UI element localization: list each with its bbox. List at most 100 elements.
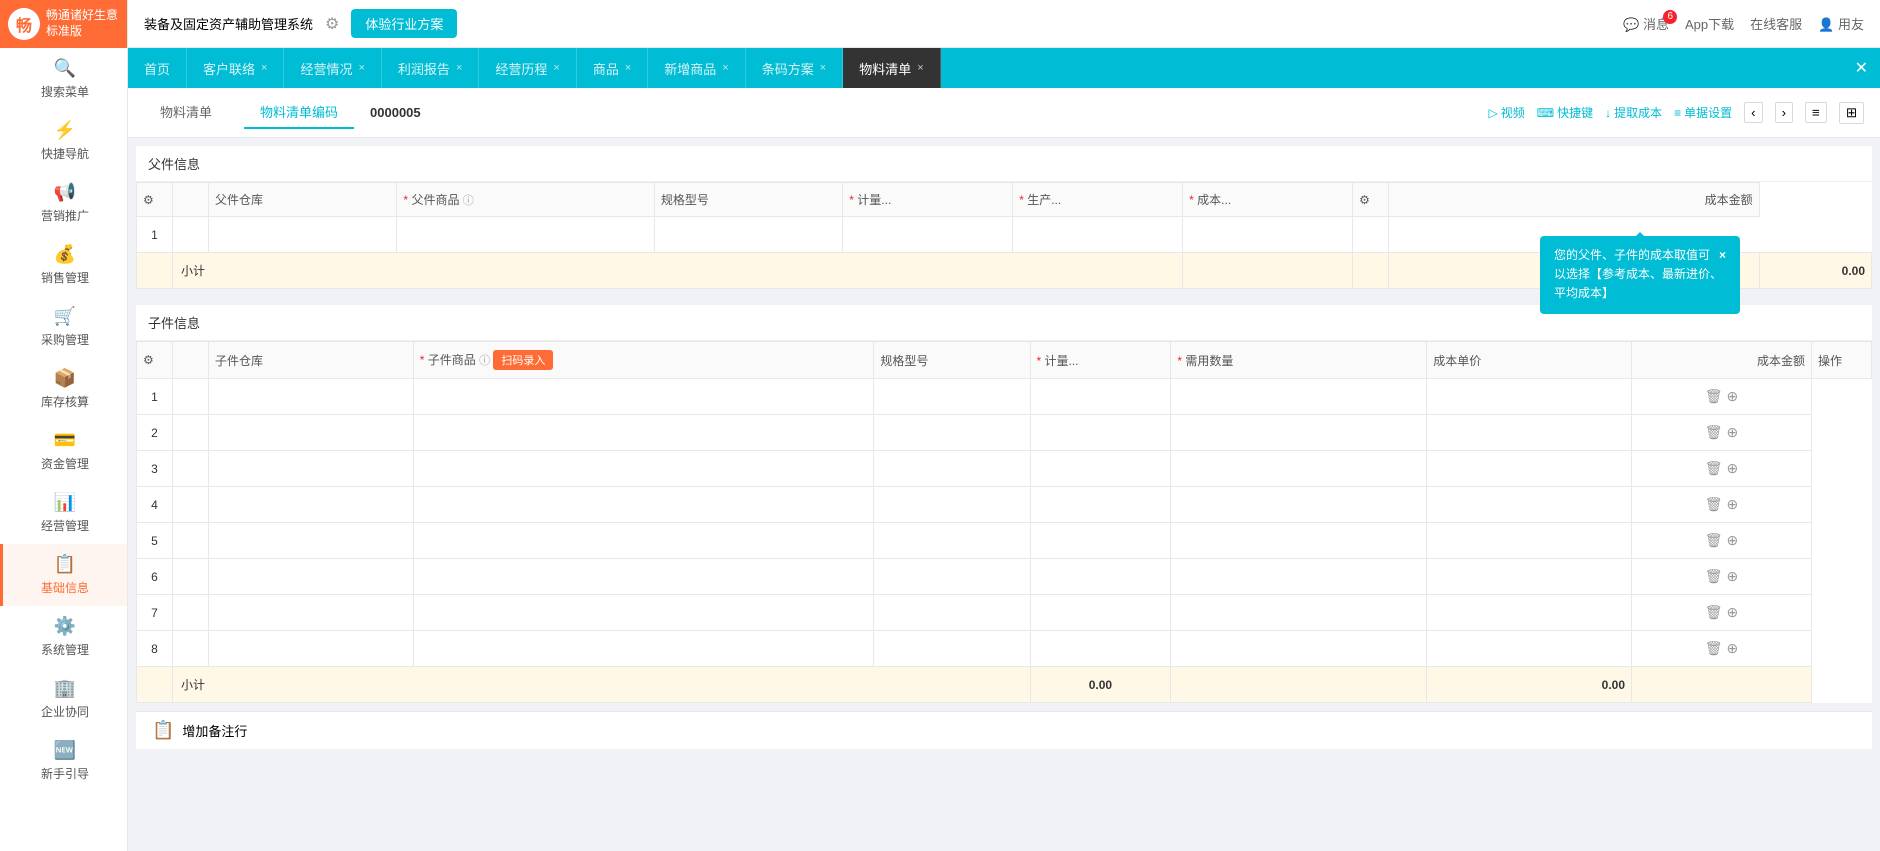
tab-close-operations[interactable]: ×: [358, 62, 364, 74]
parent-cell-production-1[interactable]: [843, 217, 1013, 253]
nav-tab-history[interactable]: 经营历程×: [479, 48, 576, 88]
child-cell-warehouse-1[interactable]: [173, 379, 209, 415]
nav-tab-new_goods[interactable]: 新增商品×: [648, 48, 745, 88]
nav-tab-barcode[interactable]: 条码方案×: [746, 48, 843, 88]
user-avatar[interactable]: 👤 用友: [1818, 14, 1864, 33]
online-service[interactable]: 在线客服: [1750, 14, 1802, 33]
nav-tab-operations[interactable]: 经营情况×: [284, 48, 381, 88]
child-cell-spec-8[interactable]: [413, 631, 874, 667]
child-cell-product-2[interactable]: [209, 415, 414, 451]
sidebar-item-quicknav[interactable]: ⚡ 快捷导航: [0, 110, 127, 172]
delete-icon-6[interactable]: 🗑: [1705, 568, 1723, 585]
tab-close-profit[interactable]: ×: [456, 62, 462, 74]
delete-icon-2[interactable]: 🗑: [1705, 424, 1723, 441]
nav-next[interactable]: ›: [1775, 102, 1793, 123]
nav-tab-customer[interactable]: 客户联络×: [187, 48, 284, 88]
child-cell-product-8[interactable]: [209, 631, 414, 667]
shortcut-action[interactable]: ⌨ 快捷键: [1537, 104, 1593, 121]
nav-menu[interactable]: ≡: [1805, 102, 1827, 123]
child-cell-unit-5[interactable]: [874, 523, 1030, 559]
trial-button[interactable]: 体验行业方案: [351, 9, 457, 38]
child-cell-unit-1[interactable]: [874, 379, 1030, 415]
copy-icon-6[interactable]: ⊕: [1727, 568, 1739, 585]
parent-th-settings[interactable]: ⚙: [137, 183, 173, 217]
child-cell-product-7[interactable]: [209, 595, 414, 631]
child-cell-spec-7[interactable]: [413, 595, 874, 631]
sidebar-item-inventory[interactable]: 📦 库存核算: [0, 358, 127, 420]
child-cell-qty-4[interactable]: [1030, 487, 1171, 523]
child-cell-unit-cost-1[interactable]: [1171, 379, 1427, 415]
child-cell-spec-4[interactable]: [413, 487, 874, 523]
nav-prev[interactable]: ‹: [1744, 102, 1762, 123]
scan-button[interactable]: 扫码录入: [493, 350, 553, 370]
child-cell-unit-4[interactable]: [874, 487, 1030, 523]
child-cell-unit-cost-2[interactable]: [1171, 415, 1427, 451]
sidebar-item-guide[interactable]: 🆕 新手引导: [0, 730, 127, 792]
child-cell-unit-6[interactable]: [874, 559, 1030, 595]
single-setting-action[interactable]: ≡ 单据设置: [1674, 104, 1732, 121]
app-download[interactable]: App下载: [1685, 14, 1734, 33]
sidebar-item-search[interactable]: 🔍 搜索菜单: [0, 48, 127, 110]
delete-icon-5[interactable]: 🗑: [1705, 532, 1723, 549]
child-cell-unit-2[interactable]: [874, 415, 1030, 451]
delete-icon-7[interactable]: 🗑: [1705, 604, 1723, 621]
copy-icon-2[interactable]: ⊕: [1727, 424, 1739, 441]
parent-cell-warehouse-1[interactable]: [173, 217, 209, 253]
sidebar-item-basics[interactable]: 📋 基础信息: [0, 544, 127, 606]
tab-close-goods[interactable]: ×: [625, 62, 631, 74]
nav-tab-profit[interactable]: 利润报告×: [382, 48, 479, 88]
parent-cell-product-1[interactable]: [209, 217, 397, 253]
child-cell-qty-2[interactable]: [1030, 415, 1171, 451]
child-cell-spec-5[interactable]: [413, 523, 874, 559]
delete-icon-3[interactable]: 🗑: [1705, 460, 1723, 477]
add-row-icon[interactable]: 📋: [152, 720, 174, 741]
child-cell-qty-7[interactable]: [1030, 595, 1171, 631]
child-cell-spec-1[interactable]: [413, 379, 874, 415]
sidebar-item-operations[interactable]: 📊 经营管理: [0, 482, 127, 544]
parent-cell-extra-1[interactable]: [1183, 217, 1353, 253]
child-cell-warehouse-2[interactable]: [173, 415, 209, 451]
child-cell-product-4[interactable]: [209, 487, 414, 523]
child-cell-spec-2[interactable]: [413, 415, 874, 451]
message-badge[interactable]: 💬 消息 6: [1623, 14, 1669, 33]
child-cell-qty-5[interactable]: [1030, 523, 1171, 559]
child-cell-product-3[interactable]: [209, 451, 414, 487]
copy-icon-3[interactable]: ⊕: [1727, 460, 1739, 477]
delete-icon-4[interactable]: 🗑: [1705, 496, 1723, 513]
tab-close-customer[interactable]: ×: [261, 62, 267, 74]
sidebar-item-finance[interactable]: 💳 资金管理: [0, 420, 127, 482]
child-cell-unit-cost-7[interactable]: [1171, 595, 1427, 631]
child-cell-warehouse-3[interactable]: [173, 451, 209, 487]
tab-close-new_goods[interactable]: ×: [722, 62, 728, 74]
child-cell-unit-3[interactable]: [874, 451, 1030, 487]
tab-form[interactable]: 物料清单编码: [244, 96, 354, 129]
copy-icon-7[interactable]: ⊕: [1727, 604, 1739, 621]
child-cell-unit-cost-8[interactable]: [1171, 631, 1427, 667]
child-cell-unit-cost-4[interactable]: [1171, 487, 1427, 523]
tab-close-bom[interactable]: ×: [917, 62, 923, 74]
copy-icon-5[interactable]: ⊕: [1727, 532, 1739, 549]
delete-icon-8[interactable]: 🗑: [1705, 640, 1723, 657]
child-cell-qty-8[interactable]: [1030, 631, 1171, 667]
child-cell-warehouse-8[interactable]: [173, 631, 209, 667]
sidebar-item-sales[interactable]: 💰 销售管理: [0, 234, 127, 296]
child-cell-product-6[interactable]: [209, 559, 414, 595]
child-cell-spec-6[interactable]: [413, 559, 874, 595]
child-cell-warehouse-5[interactable]: [173, 523, 209, 559]
tab-close-history[interactable]: ×: [553, 62, 559, 74]
child-cell-qty-6[interactable]: [1030, 559, 1171, 595]
get-cost-action[interactable]: ↓ 提取成本: [1605, 104, 1662, 121]
nav-tab-bom[interactable]: 物料清单×: [843, 48, 940, 88]
sidebar-item-marketing[interactable]: 📢 营销推广: [0, 172, 127, 234]
sidebar-item-system[interactable]: ⚙️ 系统管理: [0, 606, 127, 668]
child-cell-product-5[interactable]: [209, 523, 414, 559]
child-cell-warehouse-6[interactable]: [173, 559, 209, 595]
child-cell-warehouse-4[interactable]: [173, 487, 209, 523]
child-cell-unit-cost-5[interactable]: [1171, 523, 1427, 559]
child-cell-unit-cost-6[interactable]: [1171, 559, 1427, 595]
child-cell-unit-8[interactable]: [874, 631, 1030, 667]
child-cell-product-1[interactable]: [209, 379, 414, 415]
nav-tab-goods[interactable]: 商品×: [577, 48, 648, 88]
child-cell-unit-7[interactable]: [874, 595, 1030, 631]
add-row-label[interactable]: 增加备注行: [182, 721, 247, 740]
